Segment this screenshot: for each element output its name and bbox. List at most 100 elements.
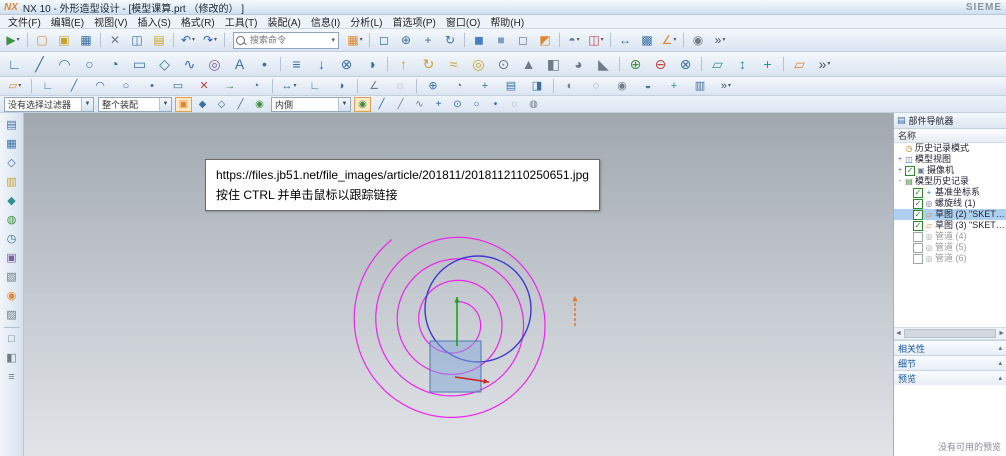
- dropdown-arrow-icon[interactable]: ▾: [293, 79, 296, 93]
- zoom-icon[interactable]: ⊕: [396, 31, 416, 50]
- dropdown-arrow-icon[interactable]: ▾: [214, 32, 217, 49]
- more-features-icon[interactable]: »▾: [813, 53, 836, 75]
- layer-visible-icon[interactable]: ▥: [688, 78, 712, 94]
- checkbox[interactable]: ✓: [913, 188, 923, 198]
- snap-arc-center-icon[interactable]: ⊙: [449, 97, 466, 112]
- column-header-name[interactable]: 名称: [894, 129, 1006, 143]
- dropdown-arrow-icon[interactable]: ▾: [673, 32, 676, 49]
- line-icon[interactable]: ╱: [28, 53, 51, 75]
- intersection-curve-icon[interactable]: ⊗: [335, 53, 358, 75]
- tree-item[interactable]: ✓▱草图 (3) "SKETCH_...": [894, 220, 1006, 231]
- snap-endpoint-icon[interactable]: ╱: [373, 97, 390, 112]
- zoom-in-tool-icon[interactable]: ⊕: [421, 78, 445, 94]
- panel-header[interactable]: ▤ 部件导航器: [894, 113, 1006, 129]
- sketch-in-task-icon[interactable]: ▱▾: [3, 78, 27, 94]
- snap-point-toggle-icon[interactable]: ◉: [354, 97, 371, 112]
- paste-icon[interactable]: ▤: [149, 31, 169, 50]
- expander-icon[interactable]: +: [896, 154, 904, 165]
- search-dropdown-icon[interactable]: ▾: [330, 36, 336, 44]
- dropdown-arrow-icon[interactable]: ▾: [728, 79, 731, 93]
- copy-icon[interactable]: ◫: [127, 31, 147, 50]
- pan-icon[interactable]: +: [418, 31, 438, 50]
- snap-intersection-icon[interactable]: +: [430, 97, 447, 112]
- combo-dropdown-icon[interactable]: ▼: [81, 98, 93, 111]
- snap-control-point-icon[interactable]: ∿: [411, 97, 428, 112]
- menu-tools[interactable]: 工具(T): [220, 14, 263, 29]
- menu-assemblies[interactable]: 装配(A): [262, 14, 305, 29]
- more-standard-icon[interactable]: »▾: [710, 31, 730, 50]
- point-icon[interactable]: •: [253, 53, 276, 75]
- profile-tool-icon[interactable]: ∟: [36, 78, 60, 94]
- point-tool-icon[interactable]: •: [140, 78, 164, 94]
- circle-tool-icon[interactable]: ○: [114, 78, 138, 94]
- roles-icon[interactable]: ◉: [2, 288, 22, 305]
- save-icon[interactable]: ▦: [76, 31, 96, 50]
- graphics-window[interactable]: https://files.jb51.net/file_images/artic…: [24, 113, 893, 456]
- snapshot-icon[interactable]: ◉: [688, 31, 708, 50]
- studio-spline-icon[interactable]: ∿: [178, 53, 201, 75]
- move-object-icon[interactable]: ↔: [615, 31, 635, 50]
- menu-insert[interactable]: 插入(S): [132, 14, 175, 29]
- tree-item[interactable]: ◷历史记录模式: [894, 143, 1006, 154]
- tree-item[interactable]: +◫模型视图: [894, 154, 1006, 165]
- part-navigator-icon[interactable]: ▤: [2, 117, 22, 134]
- screen-lock-icon[interactable]: ◧: [2, 350, 22, 367]
- helix-curve-icon[interactable]: ◎: [203, 53, 226, 75]
- cut-icon[interactable]: ✕: [105, 31, 125, 50]
- edge-blend-icon[interactable]: ◕: [567, 53, 590, 75]
- pattern-feature-icon[interactable]: ▩: [637, 31, 657, 50]
- more-sketch-icon[interactable]: »▾: [714, 78, 738, 94]
- dropdown-arrow-icon[interactable]: ▾: [360, 32, 363, 49]
- checkbox[interactable]: [913, 243, 923, 253]
- extrude-icon[interactable]: ↑: [392, 53, 415, 75]
- tree-item[interactable]: ◎管道 (4): [894, 231, 1006, 242]
- revolve-icon[interactable]: ↻: [417, 53, 440, 75]
- menu-preferences[interactable]: 首选项(P): [388, 14, 441, 29]
- mirror-curve-icon[interactable]: ◑: [360, 53, 383, 75]
- tree-item[interactable]: +✓▣摄像机: [894, 165, 1006, 176]
- menu-edit[interactable]: 编辑(E): [46, 14, 89, 29]
- open-icon[interactable]: ▣: [54, 31, 74, 50]
- arc-tool-icon[interactable]: ◠: [88, 78, 112, 94]
- snap-toggle-icon[interactable]: ▣: [175, 97, 192, 112]
- tree-item[interactable]: ✓◎螺旋线 (1): [894, 198, 1006, 209]
- menu-file[interactable]: 文件(F): [3, 14, 46, 29]
- section-details[interactable]: 细节 ▴: [894, 355, 1006, 370]
- checkbox[interactable]: [913, 254, 923, 264]
- rapid-dimension-icon[interactable]: ↔▾: [277, 78, 301, 94]
- curve-rule-combo[interactable]: 内側 ▼: [271, 97, 351, 112]
- combo-dropdown-icon[interactable]: ▼: [159, 98, 171, 111]
- dropdown-arrow-icon[interactable]: ▾: [722, 32, 725, 49]
- geometric-constraints-icon[interactable]: ∟: [303, 78, 327, 94]
- section-dependencies[interactable]: 相关性 ▴: [894, 340, 1006, 355]
- rectangle-tool-icon[interactable]: ▭: [166, 78, 190, 94]
- snap-point-on-curve-icon[interactable]: ◌: [506, 97, 523, 112]
- convert-reference-icon[interactable]: ◌: [388, 78, 412, 94]
- orbit-tool-icon[interactable]: ◔: [447, 78, 471, 94]
- tree-item[interactable]: ✓+基准坐标系: [894, 187, 1006, 198]
- snap-midpoint-icon[interactable]: ╱: [392, 97, 409, 112]
- select-solid-icon[interactable]: ◆: [194, 97, 211, 112]
- edit-display-icon[interactable]: ◒: [636, 78, 660, 94]
- profile-icon[interactable]: ∟: [3, 53, 26, 75]
- datum-csys-icon[interactable]: +: [756, 53, 779, 75]
- menu-information[interactable]: 信息(I): [306, 14, 345, 29]
- line-tool-icon[interactable]: ╱: [62, 78, 86, 94]
- resource-options-icon[interactable]: ≡: [2, 369, 22, 386]
- hd3d-tools-icon[interactable]: ◆: [2, 193, 22, 210]
- selection-scope-combo[interactable]: 整个装配 ▼: [98, 97, 172, 112]
- dropdown-arrow-icon[interactable]: ▾: [827, 54, 830, 74]
- checkbox[interactable]: [913, 232, 923, 242]
- select-edge-icon[interactable]: ╱: [232, 97, 249, 112]
- search-input[interactable]: [248, 34, 330, 46]
- scroll-thumb[interactable]: [904, 329, 996, 338]
- quick-trim-icon[interactable]: ✕: [192, 78, 216, 94]
- dropdown-arrow-icon[interactable]: ▾: [601, 32, 604, 49]
- highlight-icon[interactable]: ◉: [251, 97, 268, 112]
- command-search[interactable]: ▾: [233, 32, 339, 49]
- quick-extend-icon[interactable]: →: [218, 78, 242, 94]
- measure-icon[interactable]: ∠▾: [659, 31, 679, 50]
- fillet-tool-icon[interactable]: ◔: [244, 78, 268, 94]
- polygon-icon[interactable]: ◇: [153, 53, 176, 75]
- horizontal-scrollbar[interactable]: ◄ ►: [894, 327, 1006, 340]
